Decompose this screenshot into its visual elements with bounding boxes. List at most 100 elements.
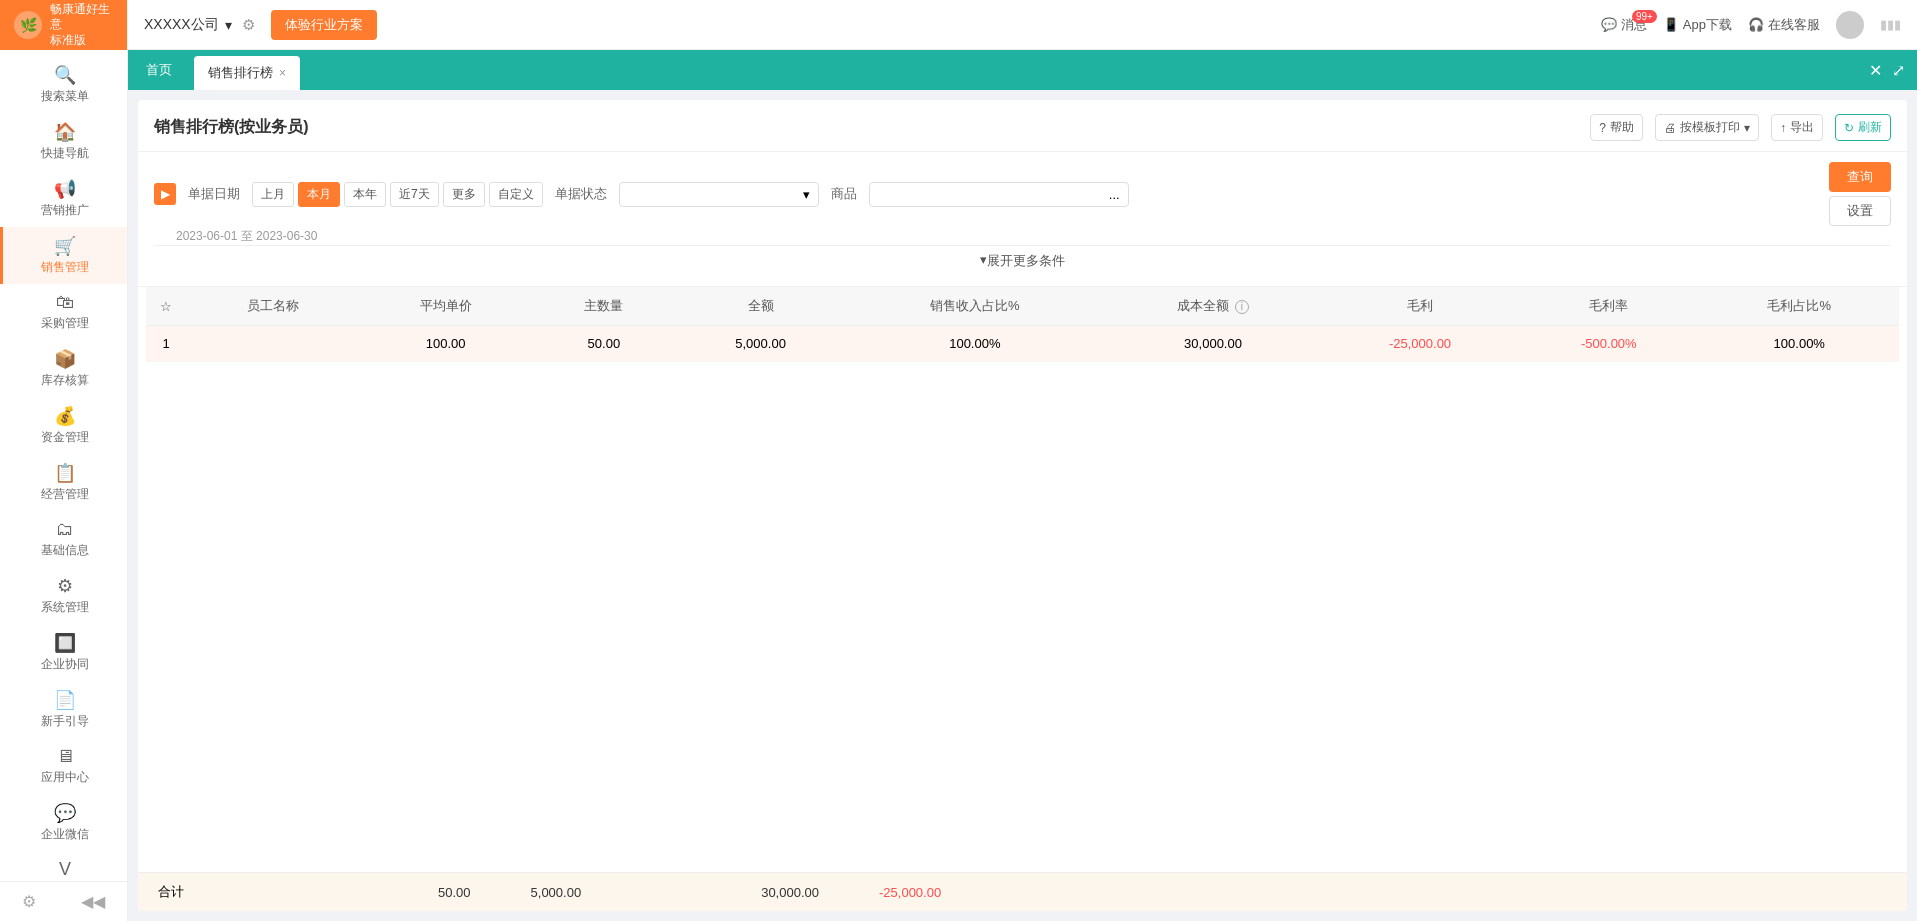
cell-0-0: 1: [146, 326, 186, 362]
cell-0-6: 30,000.00: [1104, 326, 1322, 362]
company-selector[interactable]: XXXXX公司 ▾: [144, 16, 232, 34]
help-icon: ?: [1599, 121, 1606, 135]
expand-label: 展开更多条件: [987, 252, 1065, 270]
message-badge: 99+: [1632, 10, 1657, 23]
col-header-0: ☆: [146, 287, 186, 326]
sidebar-label-11: 新手引导: [41, 713, 89, 730]
table-area: ☆员工名称平均单价主数量全额销售收入占比%成本全额 i毛利毛利率毛利占比% 1 1…: [138, 287, 1907, 872]
online-service-button[interactable]: 🎧 在线客服: [1748, 16, 1820, 34]
date-label: 单据日期: [188, 185, 240, 203]
sidebar-item-6[interactable]: 💰 资金管理: [0, 397, 127, 454]
logo-line2: 标准版: [50, 33, 115, 49]
window-expand-icon[interactable]: ⤢: [1892, 61, 1905, 80]
date-btn-this-month[interactable]: 本月: [298, 182, 340, 207]
company-name: XXXXX公司: [144, 16, 219, 34]
sidebar-item-12[interactable]: 🖥 应用中心: [0, 738, 127, 794]
table-footer: 合计 50.00 5,000.00 30,000.00 -25,000.00: [138, 872, 1907, 911]
filter-toggle-icon[interactable]: ▶: [154, 183, 176, 205]
message-button[interactable]: 💬 消息 99+: [1601, 16, 1647, 34]
collapse-icon[interactable]: ◀◀: [81, 892, 105, 911]
status-chevron-icon: ▾: [803, 187, 810, 202]
settings-button[interactable]: 设置: [1829, 196, 1891, 226]
table-header: ☆员工名称平均单价主数量全额销售收入占比%成本全额 i毛利毛利率毛利占比%: [146, 287, 1899, 326]
date-btn-more[interactable]: 更多: [443, 182, 485, 207]
sidebar-label-3: 销售管理: [41, 259, 89, 276]
print-button[interactable]: 🖨 按模板打印 ▾: [1655, 114, 1759, 141]
query-button[interactable]: 查询: [1829, 162, 1891, 192]
date-btn-last-month[interactable]: 上月: [252, 182, 294, 207]
info-icon[interactable]: i: [1235, 300, 1249, 314]
status-select[interactable]: ▾: [619, 182, 819, 207]
sidebar-label-8: 基础信息: [41, 542, 89, 559]
logo-icon: 🌿: [12, 9, 44, 41]
sidebar-item-7[interactable]: 📋 经营管理: [0, 454, 127, 511]
date-buttons: 上月 本月 本年 近7天 更多 自定义: [252, 182, 543, 207]
sidebar-item-1[interactable]: 🏠 快捷导航: [0, 113, 127, 170]
sidebar-item-10[interactable]: 🔲 企业协同: [0, 624, 127, 681]
expand-icon: ▾: [980, 252, 987, 270]
tab-home[interactable]: 首页: [128, 50, 190, 90]
sidebar-item-5[interactable]: 📦 库存核算: [0, 340, 127, 397]
sidebar-icon-5: 📦: [54, 348, 76, 370]
sidebar-icon-1: 🏠: [54, 121, 76, 143]
export-icon: ↑: [1780, 121, 1786, 135]
refresh-button[interactable]: ↻ 刷新: [1835, 114, 1891, 141]
sidebar-item-8[interactable]: 🗂 基础信息: [0, 511, 127, 567]
sidebar-label-12: 应用中心: [41, 769, 89, 786]
goods-select[interactable]: ...: [869, 182, 1129, 207]
app-download-button[interactable]: 📱 App下载: [1663, 16, 1732, 34]
filter-area: ▶ 单据日期 上月 本月 本年 近7天 更多 自定义 单据状态: [138, 152, 1907, 287]
col-header-4: 全额: [676, 287, 846, 326]
col-header-5: 销售收入占比%: [846, 287, 1105, 326]
col-header-2: 平均单价: [359, 287, 532, 326]
help-button[interactable]: ? 帮助: [1590, 114, 1643, 141]
expand-more-row[interactable]: ▾ 展开更多条件: [154, 245, 1891, 276]
print-chevron-icon: ▾: [1744, 121, 1750, 135]
user-avatar[interactable]: [1836, 11, 1864, 39]
topbar: XXXXX公司 ▾ ⚙ 体验行业方案 💬 消息 99+ 📱 App下载 🎧 在线…: [128, 0, 1917, 50]
sidebar-item-9[interactable]: ⚙ 系统管理: [0, 567, 127, 624]
header-row: ☆员工名称平均单价主数量全额销售收入占比%成本全额 i毛利毛利率毛利占比%: [146, 287, 1899, 326]
sidebar-item-14[interactable]: V 畅会员: [0, 851, 127, 881]
sidebar-item-3[interactable]: 🛒 销售管理: [0, 227, 127, 284]
sidebar-item-0[interactable]: 🔍 搜索菜单: [0, 56, 127, 113]
sales-ranking-table: ☆员工名称平均单价主数量全额销售收入占比%成本全额 i毛利毛利率毛利占比% 1 1…: [146, 287, 1899, 362]
date-btn-custom[interactable]: 自定义: [489, 182, 543, 207]
table-body: 1100.0050.005,000.00100.00%30,000.00-25,…: [146, 326, 1899, 362]
sidebar-item-4[interactable]: 🛍 采购管理: [0, 284, 127, 340]
service-label: 在线客服: [1768, 16, 1820, 34]
cell-0-7: -25,000.00: [1322, 326, 1518, 362]
cell-0-3: 50.00: [532, 326, 675, 362]
sidebar-label-6: 资金管理: [41, 429, 89, 446]
filter-row-1: ▶ 单据日期 上月 本月 本年 近7天 更多 自定义 单据状态: [154, 162, 1891, 226]
sidebar-item-13[interactable]: 💬 企业微信: [0, 794, 127, 851]
sidebar-icon-13: 💬: [54, 802, 76, 824]
sidebar-label-2: 营销推广: [41, 202, 89, 219]
total-amount: 5,000.00: [531, 885, 582, 900]
col-header-6: 成本全额 i: [1104, 287, 1322, 326]
trial-button[interactable]: 体验行业方案: [271, 10, 377, 40]
gear-icon[interactable]: ⚙: [242, 16, 255, 34]
date-range-display: 2023-06-01 至 2023-06-30: [176, 228, 1891, 245]
date-btn-this-year[interactable]: 本年: [344, 182, 386, 207]
goods-label: 商品: [831, 185, 857, 203]
window-close-icon[interactable]: ✕: [1869, 61, 1882, 80]
export-button[interactable]: ↑ 导出: [1771, 114, 1823, 141]
settings-footer-icon[interactable]: ⚙: [22, 892, 36, 911]
page-header: 销售排行榜(按业务员) ? 帮助 🖨 按模板打印 ▾ ↑ 导出: [138, 100, 1907, 152]
sidebar-icon-9: ⚙: [57, 575, 73, 597]
cell-0-8: -500.00%: [1518, 326, 1699, 362]
cell-0-9: 100.00%: [1700, 326, 1899, 362]
sidebar-item-2[interactable]: 📢 营销推广: [0, 170, 127, 227]
sidebar-item-11[interactable]: 📄 新手引导: [0, 681, 127, 738]
date-btn-last7days[interactable]: 近7天: [390, 182, 439, 207]
filter-actions: 查询 设置: [1829, 162, 1891, 226]
tab-sales-ranking[interactable]: 销售排行榜 ×: [194, 56, 300, 90]
sidebar-icon-12: 🖥: [56, 746, 74, 767]
goods-ellipsis: ...: [1109, 187, 1120, 202]
page-actions: ? 帮助 🖨 按模板打印 ▾ ↑ 导出 ↻ 刷新: [1590, 114, 1891, 141]
logo-line1: 畅康通好生意: [50, 2, 115, 33]
tab-close-icon[interactable]: ×: [279, 66, 286, 80]
sidebar-icon-3: 🛒: [54, 235, 76, 257]
refresh-icon: ↻: [1844, 121, 1854, 135]
